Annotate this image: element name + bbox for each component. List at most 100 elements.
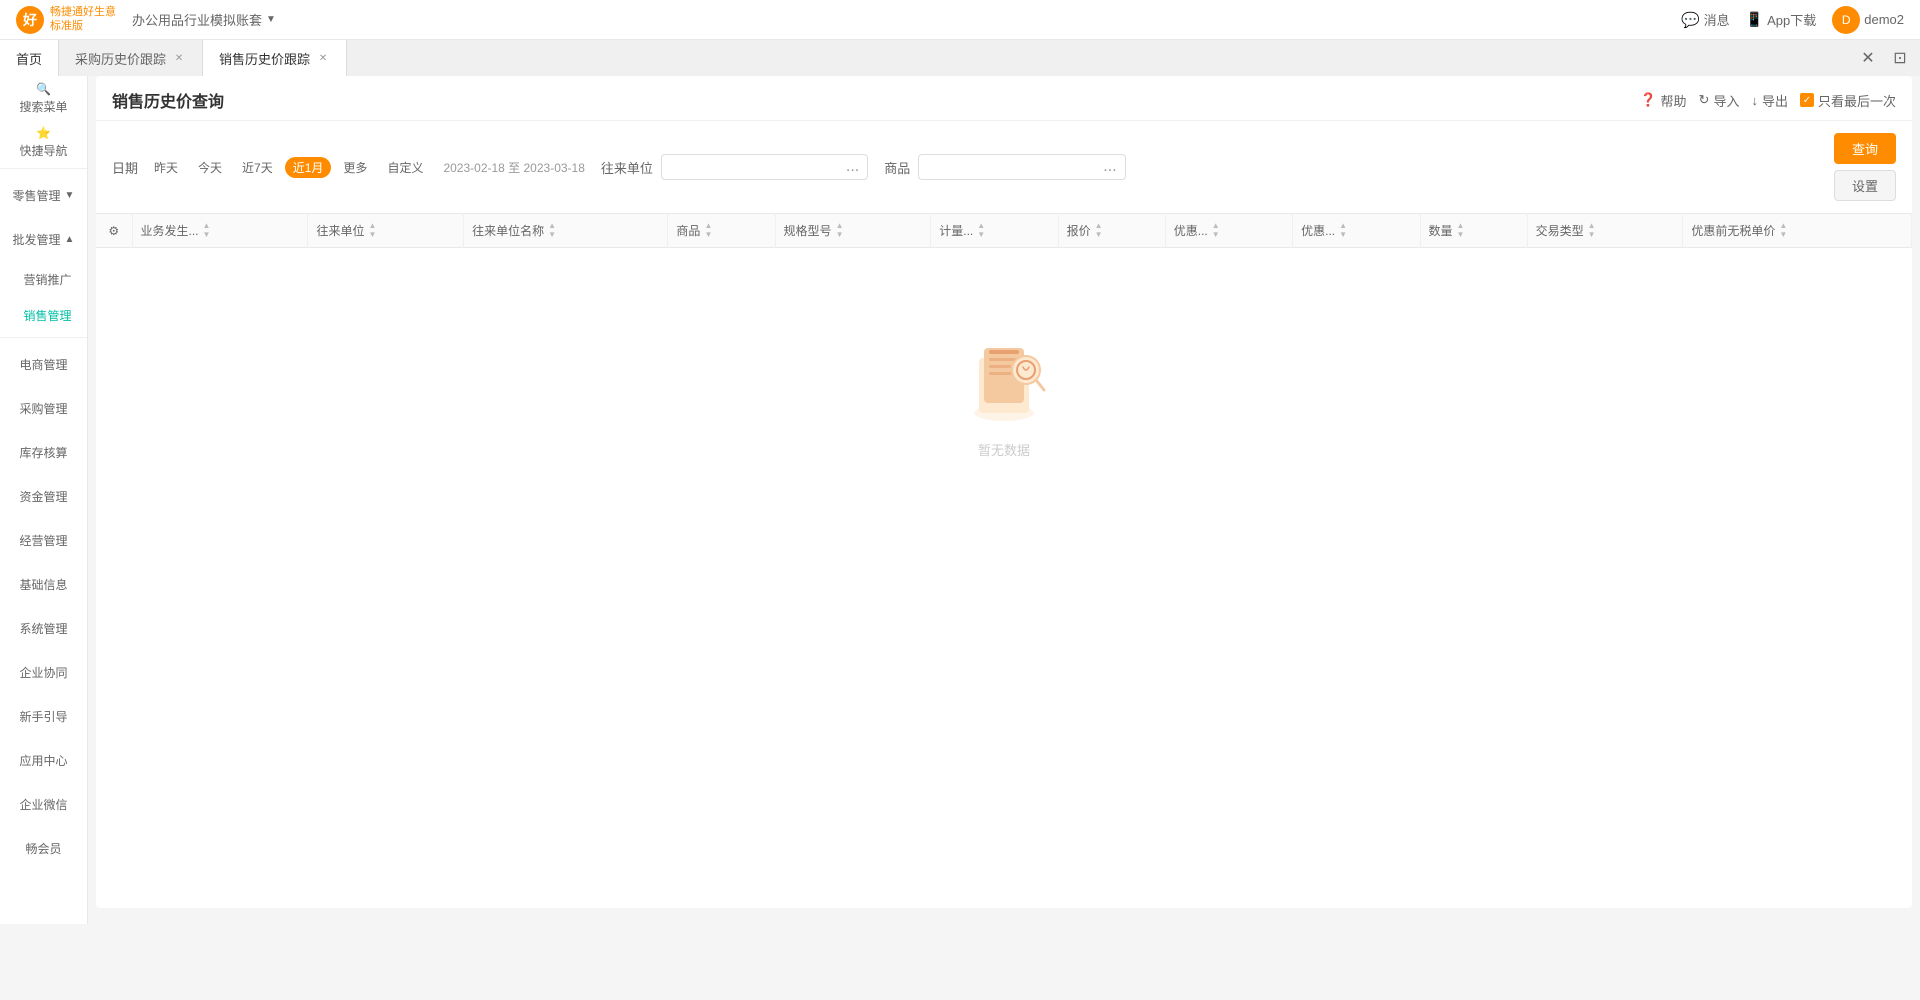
sidebar-item-purchase-mgmt[interactable]: 采购管理 <box>0 386 87 430</box>
user-nav-item[interactable]: D demo2 <box>1832 6 1904 34</box>
sidebar-divider-1 <box>0 168 87 169</box>
sidebar-item-system-mgmt[interactable]: 系统管理 <box>0 606 87 650</box>
th-pretax-price: 优惠前无税单价 ▲ ▼ <box>1683 214 1912 248</box>
close-tab-button[interactable]: ✕ <box>1856 46 1880 70</box>
sort-quoted-price[interactable]: ▲ ▼ <box>1095 222 1103 239</box>
only-last-checkbox[interactable]: ✓ 只看最后一次 <box>1800 91 1896 110</box>
goods-label: 商品 <box>884 158 910 177</box>
goods-input[interactable] <box>927 160 1103 175</box>
th-settings[interactable]: ⚙ <box>96 214 132 248</box>
sidebar: 🔍 搜索菜单 ⭐ 快捷导航 零售管理 ▼ 批发管理 ▲ 营销推广 销售管理 电商… <box>0 76 88 924</box>
th-quoted-price: 报价 ▲ ▼ <box>1058 214 1165 248</box>
date-btn-more[interactable]: 更多 <box>335 157 375 178</box>
import-action[interactable]: ↻ 导入 <box>1699 91 1740 110</box>
header-left: 好 畅捷通好生意 标准版 办公用品行业模拟账套 ▼ <box>16 6 284 34</box>
sort-counterpart-code[interactable]: ▲ ▼ <box>368 222 376 239</box>
page-header: 销售历史价查询 ❓ 帮助 ↻ 导入 ↓ 导出 ✓ 只看最后一次 <box>96 76 1912 121</box>
star-icon: ⭐ <box>36 126 51 140</box>
sort-discount2[interactable]: ▲ ▼ <box>1339 222 1347 239</box>
chevron-icon: ▼ <box>65 190 75 201</box>
date-btn-last1m[interactable]: 近1月 <box>285 157 332 178</box>
goods-dots[interactable]: ... <box>1103 158 1116 176</box>
date-btn-today[interactable]: 今天 <box>190 157 230 178</box>
tab-home[interactable]: 首页 <box>0 40 59 76</box>
sidebar-item-sales-mgmt[interactable]: 销售管理 <box>0 297 87 333</box>
sort-spec[interactable]: ▲ ▼ <box>836 222 844 239</box>
date-btn-yesterday[interactable]: 昨天 <box>146 157 186 178</box>
counterpart-dots[interactable]: ... <box>846 158 859 176</box>
sort-biz-date[interactable]: ▲ ▼ <box>203 222 211 239</box>
tab-sales-close-icon[interactable]: ✕ <box>316 51 330 65</box>
search-settings-wrap: 查询 设置 <box>1834 133 1896 201</box>
sidebar-item-search-menu[interactable]: 🔍 搜索菜单 <box>0 76 87 120</box>
sidebar-item-wholesale-mgmt[interactable]: 批发管理 ▲ <box>0 217 87 261</box>
sort-counterpart-name[interactable]: ▲ ▼ <box>548 222 556 239</box>
page-container: 销售历史价查询 ❓ 帮助 ↻ 导入 ↓ 导出 ✓ 只看最后一次 <box>96 76 1912 908</box>
settings-button[interactable]: 设置 <box>1834 170 1896 201</box>
goods-filter-group: 商品 ... <box>884 154 1125 180</box>
logo-icon: 好 <box>16 6 44 34</box>
counterpart-filter-group: 往来单位 ... <box>601 154 868 180</box>
empty-text: 暂无数据 <box>978 440 1030 459</box>
tab-bar-right: ✕ ⊡ <box>1856 46 1920 70</box>
sidebar-item-member[interactable]: 畅会员 <box>0 826 87 870</box>
th-counterpart-name: 往来单位名称 ▲ ▼ <box>464 214 668 248</box>
sidebar-item-inventory[interactable]: 库存核算 <box>0 430 87 474</box>
sort-trade-type[interactable]: ▲ ▼ <box>1588 222 1596 239</box>
tab-purchase-history[interactable]: 采购历史价跟踪 ✕ <box>59 40 203 76</box>
date-filter-group: 日期 昨天 今天 近7天 近1月 更多 自定义 2023-02-18 至 202… <box>112 157 585 178</box>
avatar: D <box>1832 6 1860 34</box>
sidebar-item-quick-nav[interactable]: ⭐ 快捷导航 <box>0 120 87 164</box>
sidebar-item-retail-mgmt[interactable]: 零售管理 ▼ <box>0 173 87 217</box>
sidebar-item-basic-info[interactable]: 基础信息 <box>0 562 87 606</box>
sort-pretax-price[interactable]: ▲ ▼ <box>1779 222 1787 239</box>
sidebar-item-enterprise-coop[interactable]: 企业协同 <box>0 650 87 694</box>
export-action[interactable]: ↓ 导出 <box>1751 91 1788 110</box>
date-range-text: 2023-02-18 至 2023-03-18 <box>443 159 584 176</box>
maximize-button[interactable]: ⊡ <box>1888 46 1912 70</box>
th-discount2: 优惠... ▲ ▼ <box>1293 214 1420 248</box>
tab-bar: 首页 采购历史价跟踪 ✕ 销售历史价跟踪 ✕ ✕ ⊡ <box>0 40 1920 76</box>
th-quantity: 数量 ▲ ▼ <box>1420 214 1527 248</box>
import-icon: ↻ <box>1699 92 1710 108</box>
sort-quantity[interactable]: ▲ ▼ <box>1457 222 1465 239</box>
th-trade-type: 交易类型 ▲ ▼ <box>1527 214 1683 248</box>
sort-unit[interactable]: ▲ ▼ <box>977 222 985 239</box>
date-options: 昨天 今天 近7天 近1月 更多 自定义 <box>146 157 431 178</box>
th-biz-date: 业务发生... ▲ ▼ <box>132 214 308 248</box>
date-filter-label: 日期 <box>112 158 138 177</box>
tab-sales-history[interactable]: 销售历史价跟踪 ✕ <box>203 40 347 76</box>
top-header: 好 畅捷通好生意 标准版 办公用品行业模拟账套 ▼ 💬 消息 📱 App下载 D… <box>0 0 1920 40</box>
sidebar-item-finance-mgmt[interactable]: 资金管理 <box>0 474 87 518</box>
empty-state: 暂无数据 <box>96 248 1912 539</box>
sort-goods[interactable]: ▲ ▼ <box>704 222 712 239</box>
tab-purchase-close-icon[interactable]: ✕ <box>172 51 186 65</box>
phone-icon: 📱 <box>1746 11 1763 28</box>
goods-input-wrap: ... <box>918 154 1125 180</box>
sidebar-item-app-center[interactable]: 应用中心 <box>0 738 87 782</box>
sidebar-item-operation-mgmt[interactable]: 经营管理 <box>0 518 87 562</box>
date-btn-custom[interactable]: 自定义 <box>379 157 431 178</box>
sidebar-item-enterprise-wechat[interactable]: 企业微信 <box>0 782 87 826</box>
sort-discount1[interactable]: ▲ ▼ <box>1212 222 1220 239</box>
date-btn-last7[interactable]: 近7天 <box>234 157 281 178</box>
th-goods: 商品 ▲ ▼ <box>668 214 775 248</box>
logo-area: 好 畅捷通好生意 标准版 <box>16 6 116 34</box>
settings-icon: ⚙ <box>108 224 119 238</box>
sidebar-item-marketing[interactable]: 营销推广 <box>0 261 87 297</box>
app-selector-label: 办公用品行业模拟账套 <box>132 10 262 29</box>
counterpart-label: 往来单位 <box>601 158 653 177</box>
message-icon: 💬 <box>1681 11 1700 29</box>
help-action[interactable]: ❓ 帮助 <box>1640 91 1686 110</box>
message-nav-item[interactable]: 💬 消息 <box>1681 10 1730 29</box>
app-download-nav-item[interactable]: 📱 App下载 <box>1746 10 1817 29</box>
app-selector[interactable]: 办公用品行业模拟账套 ▼ <box>124 6 284 33</box>
counterpart-input-wrap: ... <box>661 154 868 180</box>
search-button[interactable]: 查询 <box>1834 133 1896 164</box>
sidebar-item-beginner-guide[interactable]: 新手引导 <box>0 694 87 738</box>
data-table: ⚙ 业务发生... ▲ ▼ <box>96 213 1912 248</box>
page-header-actions: ❓ 帮助 ↻ 导入 ↓ 导出 ✓ 只看最后一次 <box>1640 91 1896 110</box>
export-icon: ↓ <box>1751 93 1758 108</box>
counterpart-input[interactable] <box>670 160 846 175</box>
sidebar-item-ecommerce-mgmt[interactable]: 电商管理 <box>0 342 87 386</box>
